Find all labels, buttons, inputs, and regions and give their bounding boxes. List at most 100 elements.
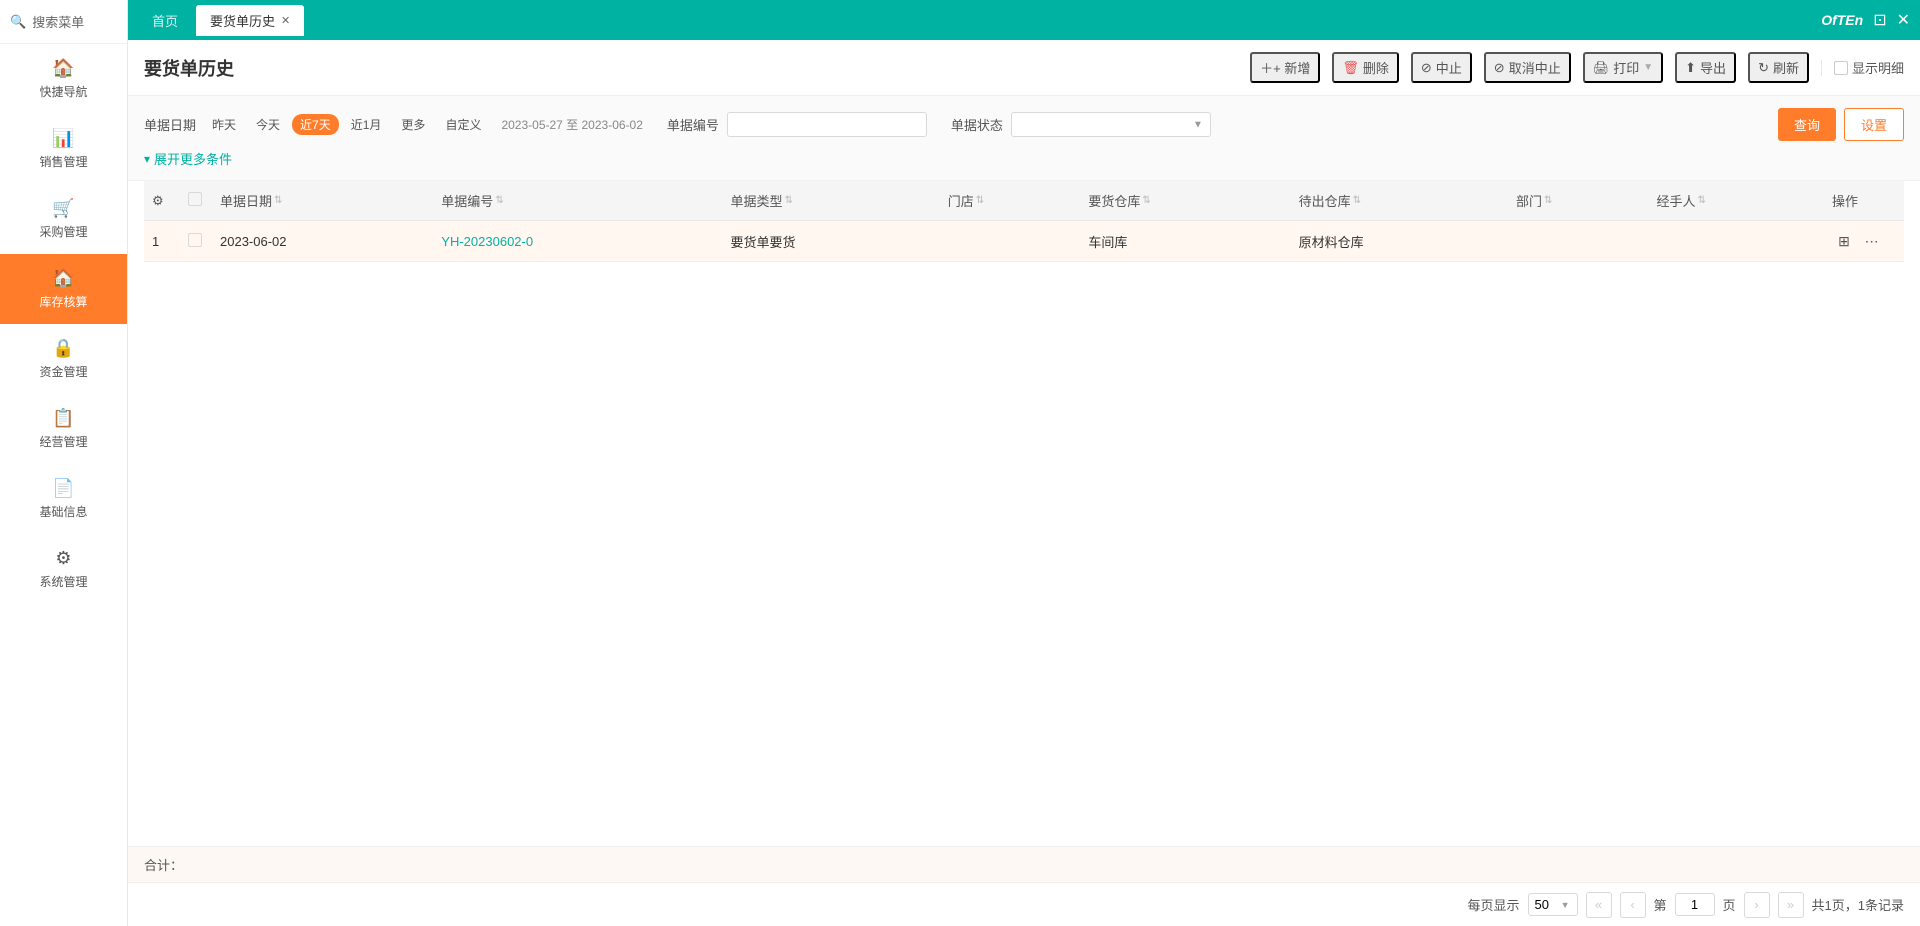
last-page-btn[interactable]: » <box>1778 892 1804 918</box>
show-detail-label: 显示明细 <box>1852 58 1904 77</box>
toolbar: ＋ + 新增 🗑 删除 ⊘ 中止 ⊘ 取消中止 <box>1250 52 1904 83</box>
sidebar-item-label: 快捷导航 <box>39 83 87 100</box>
bill-no-link[interactable]: YH-20230602-0 <box>441 234 533 249</box>
row-store <box>940 221 1081 262</box>
col-handler: 经手人 ⇅ <box>1649 181 1825 221</box>
row-date: 2023-06-02 <box>212 221 433 262</box>
status-select-wrapper: ▼ <box>1011 112 1211 137</box>
sidebar-item-system[interactable]: ⚙ 系统管理 <box>0 534 127 604</box>
sidebar-item-basic[interactable]: 📄 基础信息 <box>0 464 127 534</box>
select-all-checkbox[interactable] <box>188 192 202 206</box>
cancel-suspend-button[interactable]: ⊘ 取消中止 <box>1484 52 1571 83</box>
sidebar-item-purchase[interactable]: 🛒 采购管理 <box>0 184 127 254</box>
settings-button[interactable]: 设置 <box>1844 108 1904 141</box>
sidebar-item-inventory[interactable]: 🏠 库存核算 <box>0 254 127 324</box>
bill-no-input[interactable] <box>727 112 927 137</box>
col-store: 门店 ⇅ <box>940 181 1081 221</box>
sidebar-item-quick-nav[interactable]: 🏠 快捷导航 <box>0 44 127 114</box>
page-label: 第 <box>1654 895 1667 914</box>
date-btn-yesterday[interactable]: 昨天 <box>204 114 244 135</box>
col-ops: 操作 <box>1824 181 1904 221</box>
date-btn-more[interactable]: 更多 <box>393 114 433 135</box>
expand-more-btn[interactable]: ▾ 展开更多条件 <box>144 149 1904 168</box>
row-checkbox[interactable] <box>188 233 202 247</box>
sort-req-warehouse[interactable]: 要货仓库 ⇅ <box>1088 191 1282 210</box>
export-icon: ⬆ <box>1685 60 1696 76</box>
print-button[interactable]: 🖨 打印 ▼ <box>1583 52 1663 83</box>
sort-icon-date: ⇅ <box>274 195 282 206</box>
date-btn-custom[interactable]: 自定义 <box>437 114 489 135</box>
sidebar-item-label: 资金管理 <box>39 363 87 380</box>
sort-icon-bill-no: ⇅ <box>495 195 503 206</box>
per-page-wrapper: 50 100 200 ▼ <box>1528 893 1578 916</box>
sort-icon-pending-warehouse: ⇅ <box>1353 195 1361 206</box>
close-window-icon[interactable]: ✕ <box>1897 10 1910 30</box>
tab-home[interactable]: 首页 <box>138 5 192 36</box>
sort-handler[interactable]: 经手人 ⇅ <box>1657 191 1817 210</box>
sort-bill-no[interactable]: 单据编号 ⇅ <box>441 191 714 210</box>
next-page-btn[interactable]: › <box>1744 892 1770 918</box>
new-button[interactable]: ＋ + 新增 <box>1250 52 1320 83</box>
restore-window-icon[interactable]: ⊡ <box>1873 10 1886 30</box>
date-btn-7days[interactable]: 近7天 <box>292 114 339 135</box>
sort-store[interactable]: 门店 ⇅ <box>948 191 1073 210</box>
filter-date: 单据日期 昨天 今天 近7天 近1月 更多 自定义 2023-05-27 至 2… <box>144 114 643 135</box>
sort-icon-handler: ⇅ <box>1698 195 1706 206</box>
basic-icon: 📄 <box>52 478 74 499</box>
per-page-label: 每页显示 <box>1467 895 1519 914</box>
bill-no-label: 单据编号 <box>667 115 719 134</box>
sidebar-item-finance[interactable]: 🔒 资金管理 <box>0 324 127 394</box>
first-page-btn[interactable]: « <box>1586 892 1612 918</box>
sort-icon-bill-type: ⇅ <box>784 195 792 206</box>
sort-bill-type[interactable]: 单据类型 ⇅ <box>730 191 931 210</box>
date-btn-today[interactable]: 今天 <box>248 114 288 135</box>
page-header: 要货单历史 ＋ + 新增 🗑 删除 ⊘ 中止 ⊘ <box>128 40 1920 96</box>
sales-icon: 📊 <box>52 128 74 149</box>
filter-actions: 查询 设置 <box>1778 108 1904 141</box>
sort-icon-store: ⇅ <box>976 195 984 206</box>
row-bill-type: 要货单要货 <box>722 221 939 262</box>
row-pending-warehouse: 原材料仓库 <box>1291 221 1508 262</box>
sort-pending-warehouse[interactable]: 待出仓库 ⇅ <box>1299 191 1500 210</box>
system-icon: ⚙ <box>55 548 71 569</box>
content-area: 要货单历史 ＋ + 新增 🗑 删除 ⊘ 中止 ⊘ <box>128 40 1920 926</box>
sidebar-search[interactable]: 🔍 搜索菜单 <box>0 0 127 44</box>
suspend-button[interactable]: ⊘ 中止 <box>1411 52 1472 83</box>
tab-requisition-history[interactable]: 要货单历史 ✕ <box>196 5 304 36</box>
date-btn-1month[interactable]: 近1月 <box>343 114 390 135</box>
page-input[interactable] <box>1675 893 1715 916</box>
prev-page-btn[interactable]: ‹ <box>1620 892 1646 918</box>
sort-dept[interactable]: 部门 ⇅ <box>1516 191 1641 210</box>
tab-bar-right: OfTEn ⊡ ✕ <box>1821 10 1910 30</box>
sidebar-item-sales[interactable]: 📊 销售管理 <box>0 114 127 184</box>
search-button[interactable]: 查询 <box>1778 108 1836 141</box>
operation-icon: 📋 <box>52 408 74 429</box>
refresh-button[interactable]: ↻ 刷新 <box>1748 52 1809 83</box>
row-more-icon[interactable]: ⋯ <box>1860 229 1884 253</box>
tab-close-icon[interactable]: ✕ <box>281 14 290 27</box>
sidebar-item-label: 系统管理 <box>39 573 87 590</box>
new-icon: ＋ <box>1260 58 1273 77</box>
show-detail-toggle[interactable]: 显示明细 <box>1834 58 1904 77</box>
expand-label: 展开更多条件 <box>154 149 232 168</box>
cancel-suspend-icon: ⊘ <box>1494 60 1505 76</box>
sidebar-item-label: 经营管理 <box>39 433 87 450</box>
sidebar-item-label: 采购管理 <box>39 223 87 240</box>
row-req-warehouse: 车间库 <box>1080 221 1290 262</box>
settings-icon: ⚙ <box>152 193 164 208</box>
status-select[interactable] <box>1011 112 1211 137</box>
row-handler <box>1649 221 1825 262</box>
delete-button[interactable]: 🗑 删除 <box>1332 52 1399 83</box>
settings-col-header[interactable]: ⚙ <box>144 181 180 221</box>
col-req-warehouse: 要货仓库 ⇅ <box>1080 181 1290 221</box>
export-button[interactable]: ⬆ 导出 <box>1675 52 1736 83</box>
sort-date[interactable]: 单据日期 ⇅ <box>220 191 425 210</box>
sidebar-item-label: 基础信息 <box>39 503 87 520</box>
per-page-select[interactable]: 50 100 200 <box>1528 893 1578 916</box>
row-edit-icon[interactable]: ⊞ <box>1832 229 1856 253</box>
col-date: 单据日期 ⇅ <box>212 181 433 221</box>
row-dept <box>1508 221 1649 262</box>
show-detail-checkbox[interactable] <box>1834 61 1848 75</box>
sidebar-item-operation[interactable]: 📋 经营管理 <box>0 394 127 464</box>
expand-icon: ▾ <box>144 152 150 166</box>
